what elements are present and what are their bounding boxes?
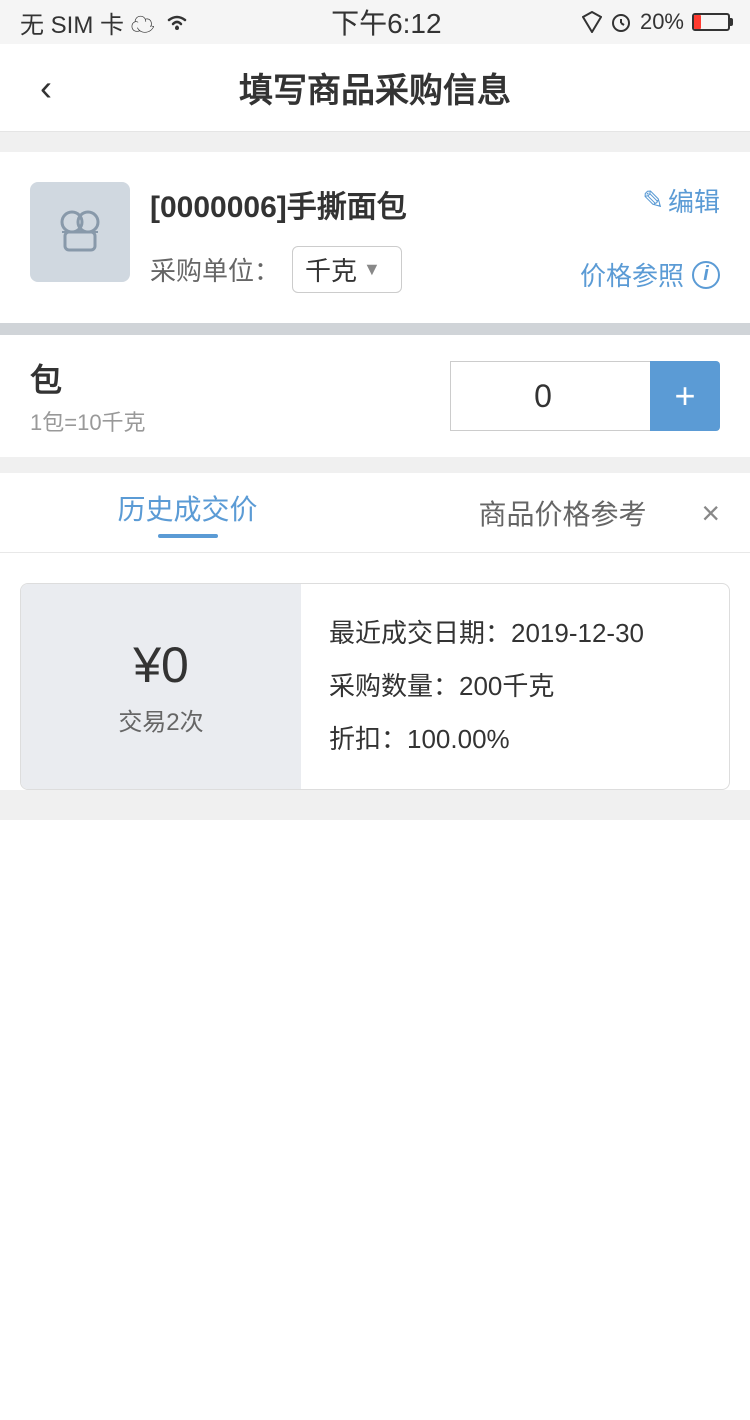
transaction-count: 交易2次	[118, 702, 203, 737]
nav-bar: ‹ 填写商品采购信息	[0, 44, 750, 132]
sim-indicator: 无 SIM 卡 ☁	[20, 5, 155, 40]
unit-label: 采购单位：	[150, 251, 280, 288]
bottom-space	[0, 820, 750, 1420]
tab1-label: 历史成交价	[117, 488, 257, 528]
recent-date-label: 最近成交日期：	[329, 618, 511, 648]
price-card: ¥0 交易2次 最近成交日期：2019-12-30 采购数量：200千克 折扣：…	[20, 583, 730, 790]
quantity-label: 包 1包=10千克	[30, 355, 146, 437]
quantity-unit-ratio: 1包=10千克	[30, 405, 146, 437]
recent-date-value: 2019-12-30	[511, 618, 644, 648]
product-name: [0000006]手撕面包	[150, 182, 720, 226]
battery-icon	[692, 13, 730, 31]
tabs-section: 历史成交价 商品价格参考 × ¥0 交易2次 最近成交日期：2019-12-30…	[0, 473, 750, 790]
edit-icon: ✎	[642, 185, 664, 216]
price-card-right: 最近成交日期：2019-12-30 采购数量：200千克 折扣：100.00%	[301, 584, 729, 789]
status-left: 无 SIM 卡 ☁	[20, 5, 191, 40]
back-button[interactable]: ‹	[30, 57, 62, 119]
dropdown-arrow-icon: ▼	[363, 259, 381, 280]
location-icon	[582, 11, 602, 33]
quantity-input[interactable]	[450, 361, 650, 431]
purchase-qty-label: 采购数量：	[329, 671, 459, 701]
tab-product-price-ref[interactable]: 商品价格参考	[375, 473, 750, 552]
tabs-header: 历史成交价 商品价格参考 ×	[0, 473, 750, 553]
info-icon: i	[692, 261, 720, 289]
tab-history-price[interactable]: 历史成交价	[0, 473, 375, 552]
battery-percent: 20%	[640, 9, 684, 35]
price-ref-link[interactable]: 价格参照 i	[580, 256, 720, 293]
purchase-qty-row: 采购数量：200千克	[329, 667, 701, 706]
quantity-input-group: +	[450, 361, 720, 431]
price-ref-label: 价格参照	[580, 256, 684, 293]
alarm-icon	[610, 11, 632, 33]
wifi-icon	[163, 12, 191, 32]
edit-link[interactable]: ✎ 编辑	[642, 182, 720, 219]
purchase-qty-value: 200千克	[459, 671, 554, 701]
product-image	[30, 182, 130, 282]
discount-value: 100.00%	[407, 724, 510, 754]
tab-underline	[158, 534, 218, 538]
status-time: 下午6:12	[331, 2, 442, 42]
product-card: [0000006]手撕面包 采购单位： 千克 ▼ ✎ 编辑 价格参照 i	[0, 152, 750, 323]
divider-strip	[0, 323, 750, 335]
tab-close-button[interactable]: ×	[701, 497, 720, 529]
tab2-label: 商品价格参考	[478, 493, 646, 533]
quantity-unit-big: 包	[30, 355, 146, 401]
unit-value: 千克	[305, 251, 357, 288]
price-card-left: ¥0 交易2次	[21, 584, 301, 789]
discount-row: 折扣：100.00%	[329, 720, 701, 759]
quantity-row: 包 1包=10千克 +	[0, 335, 750, 457]
price-value: 0	[161, 637, 189, 693]
status-right: 20%	[582, 9, 730, 35]
status-bar: 无 SIM 卡 ☁ 下午6:12 20%	[0, 0, 750, 44]
discount-label: 折扣：	[329, 724, 407, 754]
recent-date-row: 最近成交日期：2019-12-30	[329, 614, 701, 653]
quantity-plus-button[interactable]: +	[650, 361, 720, 431]
edit-label: 编辑	[668, 182, 720, 219]
unit-dropdown[interactable]: 千克 ▼	[292, 246, 402, 293]
currency-symbol: ¥	[133, 637, 161, 693]
price-main: ¥0	[133, 636, 189, 694]
page-title: 填写商品采购信息	[239, 63, 511, 112]
